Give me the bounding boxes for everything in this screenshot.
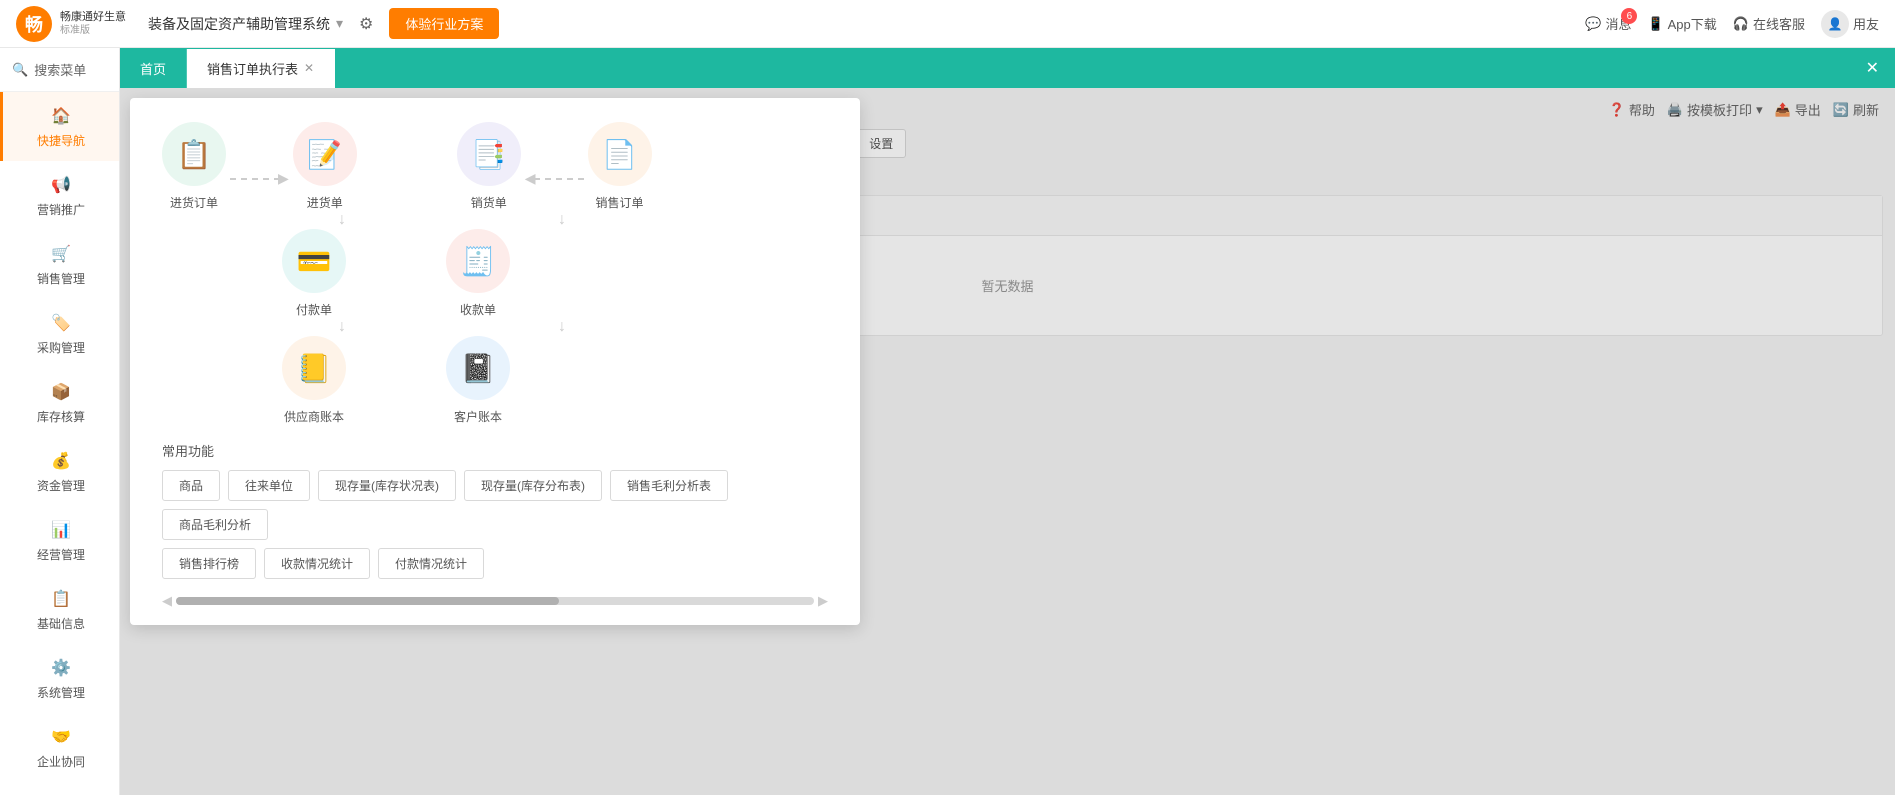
- main-layout: 🔍 搜索菜单 🏠 快捷导航 📢 营销推广 🛒 销售管理 🏷️ 采购管理 📦 库存…: [0, 48, 1895, 795]
- inventory-icon: 📦: [49, 380, 73, 404]
- sidebar-item-sales[interactable]: 🛒 销售管理: [0, 230, 119, 299]
- home-icon: 🏠: [49, 104, 73, 128]
- scroll-right-icon[interactable]: ▶: [818, 593, 828, 609]
- topbar-right: 💬 消息 6 📱 App下载 🎧 在线客服 👤 用友: [1585, 10, 1879, 38]
- popup-overlay[interactable]: 📋 进货订单 ▶ 📝 进货单: [120, 88, 1895, 795]
- payment-label: 付款单: [296, 301, 332, 318]
- basic-icon: 📋: [49, 587, 73, 611]
- common-functions-title: 常用功能: [162, 441, 828, 460]
- func-btn-product-profit[interactable]: 商品毛利分析: [162, 509, 268, 540]
- purchase-bill-label: 进货单: [307, 194, 343, 211]
- logo-icon: 畅: [16, 6, 52, 42]
- sidebar-item-inventory[interactable]: 📦 库存核算: [0, 368, 119, 437]
- system-icon: ⚙️: [49, 656, 73, 680]
- tabbar-close-button[interactable]: ✕: [1850, 58, 1895, 78]
- func-btns-row2: 销售排行榜 收款情况统计 付款情况统计: [162, 548, 828, 579]
- purchase-bill-circle: 📝: [293, 122, 357, 186]
- sidebar-item-marketing[interactable]: 📢 营销推广: [0, 161, 119, 230]
- sidebar-item-newbie[interactable]: 🌟 新手引导: [0, 782, 119, 795]
- scrollbar-track[interactable]: [176, 597, 814, 605]
- message-badge: 6: [1621, 8, 1637, 24]
- supplier-ledger-circle: 📒: [282, 336, 346, 400]
- scrollbar-thumb: [176, 597, 559, 605]
- supplier-ledger-label: 供应商账本: [284, 408, 344, 425]
- sidebar-item-collab[interactable]: 🤝 企业协同: [0, 713, 119, 782]
- workflow-node-receipt[interactable]: 🧾 收款单: [446, 229, 510, 318]
- receipt-label: 收款单: [460, 301, 496, 318]
- collab-icon: 🤝: [49, 725, 73, 749]
- sales-bill-label: 销货单: [471, 194, 507, 211]
- sidebar-item-purchase[interactable]: 🏷️ 采购管理: [0, 299, 119, 368]
- sales-bill-circle: 📑: [457, 122, 521, 186]
- func-btn-sales-rank[interactable]: 销售排行榜: [162, 548, 256, 579]
- search-icon: 🔍: [12, 62, 28, 78]
- download-icon: 📱: [1647, 16, 1663, 32]
- purchase-order-circle: 📋: [162, 122, 226, 186]
- workflow-node-payment[interactable]: 💳 付款单: [282, 229, 346, 318]
- workflow-node-customer-ledger[interactable]: 📓 客户账本: [446, 336, 510, 425]
- purchase-order-label: 进货订单: [170, 194, 218, 211]
- func-btn-product[interactable]: 商品: [162, 470, 220, 501]
- search-menu[interactable]: 🔍 搜索菜单: [0, 48, 119, 92]
- dropdown-arrow-icon[interactable]: ▾: [336, 15, 343, 32]
- settings-button[interactable]: ⚙: [355, 10, 377, 38]
- sidebar-item-basic[interactable]: 📋 基础信息: [0, 575, 119, 644]
- sales-icon: 🛒: [49, 242, 73, 266]
- sidebar: 🔍 搜索菜单 🏠 快捷导航 📢 营销推广 🛒 销售管理 🏷️ 采购管理 📦 库存…: [0, 48, 120, 795]
- popup-panel: 📋 进货订单 ▶ 📝 进货单: [130, 98, 860, 625]
- logo-area: 畅 畅康通好生意 标准版: [16, 6, 136, 42]
- sidebar-item-quick[interactable]: 🏠 快捷导航: [0, 92, 119, 161]
- func-btns-row1: 商品 往来单位 现存量(库存状况表) 现存量(库存分布表) 销售毛利分析表 商品…: [162, 470, 828, 540]
- func-btn-payment-stats[interactable]: 付款情况统计: [378, 548, 484, 579]
- user-action[interactable]: 👤 用友: [1821, 10, 1879, 38]
- message-icon: 💬: [1585, 16, 1601, 32]
- workflow-node-sales-bill[interactable]: 📑 销货单: [457, 122, 521, 211]
- func-btn-stock-status[interactable]: 现存量(库存状况表): [318, 470, 456, 501]
- workflow-node-supplier-ledger[interactable]: 📒 供应商账本: [282, 336, 346, 425]
- func-btn-receipt-stats[interactable]: 收款情况统计: [264, 548, 370, 579]
- common-functions: 常用功能 商品 往来单位 现存量(库存状况表) 现存量(库存分布表) 销售毛利分…: [162, 441, 828, 579]
- func-btn-partners[interactable]: 往来单位: [228, 470, 310, 501]
- operations-icon: 📊: [49, 518, 73, 542]
- logo-text: 畅康通好生意 标准版: [60, 10, 126, 37]
- customer-service-action[interactable]: 🎧 在线客服: [1733, 14, 1805, 33]
- content-area: ❓ 帮助 🖨️ 按模板打印 ▾ 📤 导出 🔄 刷新: [120, 88, 1895, 795]
- marketing-icon: 📢: [49, 173, 73, 197]
- topbar: 畅 畅康通好生意 标准版 装备及固定资产辅助管理系统 ▾ ⚙ 体验行业方案 💬 …: [0, 0, 1895, 48]
- avatar: 👤: [1821, 10, 1849, 38]
- workflow-node-purchase-order[interactable]: 📋 进货订单: [162, 122, 226, 211]
- tab-sales-order[interactable]: 销售订单执行表 ✕: [187, 49, 335, 88]
- workflow-diagram: 📋 进货订单 ▶ 📝 进货单: [162, 122, 828, 425]
- system-title: 装备及固定资产辅助管理系统 ▾: [148, 14, 343, 34]
- tabbar: 首页 销售订单执行表 ✕ ✕: [120, 48, 1895, 88]
- finance-icon: 💰: [49, 449, 73, 473]
- sales-order-label: 销售订单: [596, 194, 644, 211]
- payment-circle: 💳: [282, 229, 346, 293]
- func-btn-stock-dist[interactable]: 现存量(库存分布表): [464, 470, 602, 501]
- workflow-node-purchase-bill[interactable]: 📝 进货单: [293, 122, 357, 211]
- popup-scrollbar[interactable]: ◀ ▶: [162, 587, 828, 609]
- sales-order-circle: 📄: [588, 122, 652, 186]
- scroll-left-icon[interactable]: ◀: [162, 593, 172, 609]
- service-icon: 🎧: [1733, 16, 1749, 32]
- sidebar-item-system[interactable]: ⚙️ 系统管理: [0, 644, 119, 713]
- trial-button[interactable]: 体验行业方案: [389, 8, 499, 39]
- app-download-action[interactable]: 📱 App下载: [1647, 14, 1716, 33]
- tab-close-icon[interactable]: ✕: [304, 61, 314, 75]
- func-btn-sales-profit[interactable]: 销售毛利分析表: [610, 470, 728, 501]
- sidebar-item-finance[interactable]: 💰 资金管理: [0, 437, 119, 506]
- purchase-icon: 🏷️: [49, 311, 73, 335]
- main-content: 首页 销售订单执行表 ✕ ✕ ❓ 帮助 🖨️ 按模板打印: [120, 48, 1895, 795]
- tab-home[interactable]: 首页: [120, 49, 187, 88]
- sidebar-item-operations[interactable]: 📊 经营管理: [0, 506, 119, 575]
- workflow-node-sales-order[interactable]: 📄 销售订单: [588, 122, 652, 211]
- receipt-circle: 🧾: [446, 229, 510, 293]
- customer-ledger-label: 客户账本: [454, 408, 502, 425]
- messages-action[interactable]: 💬 消息 6: [1585, 14, 1631, 33]
- customer-ledger-circle: 📓: [446, 336, 510, 400]
